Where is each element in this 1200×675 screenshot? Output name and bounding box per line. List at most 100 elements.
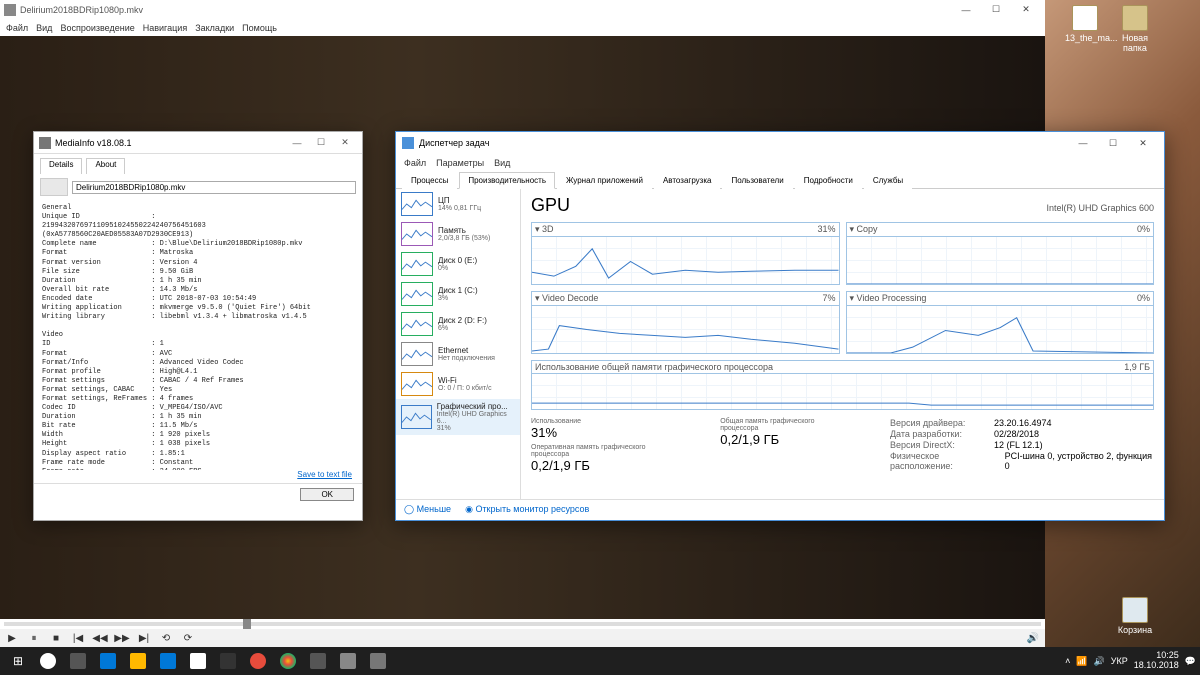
tab-details[interactable]: Подробности xyxy=(795,172,862,189)
tray-chevron-icon[interactable]: ˄ xyxy=(1065,656,1070,666)
desktop-icon-recycle[interactable]: Корзина xyxy=(1115,597,1155,635)
maximize-button[interactable]: ☐ xyxy=(309,137,333,148)
mini-graph-icon xyxy=(401,312,433,336)
media-player-menubar: Файл Вид Воспроизведение Навигация Закла… xyxy=(0,19,1045,36)
taskbar-app[interactable] xyxy=(244,649,272,673)
close-button[interactable]: ✕ xyxy=(333,137,357,148)
menu-playback[interactable]: Воспроизведение xyxy=(60,23,134,33)
taskbar-app[interactable] xyxy=(274,649,302,673)
open-resource-monitor-link[interactable]: ◉ Открыть монитор ресурсов xyxy=(465,504,589,515)
task-manager-title: Диспетчер задач xyxy=(419,138,489,148)
volume-icon[interactable]: 🔊 xyxy=(1025,632,1041,646)
media-player-title: Delirium2018BDRip1080p.mkv xyxy=(20,5,143,15)
taskbar-app[interactable] xyxy=(154,649,182,673)
menu-options[interactable]: Параметры xyxy=(436,158,484,168)
gpu-chart-video-decode[interactable]: ▾ Video Decode7% xyxy=(531,291,840,354)
tab-performance[interactable]: Производительность xyxy=(459,172,555,189)
close-button[interactable]: ✕ xyxy=(1011,4,1041,15)
sidebar-item-eth[interactable]: EthernetНет подключения xyxy=(396,339,520,369)
step-back-button[interactable]: ⟲ xyxy=(158,632,174,646)
taskbar-app[interactable] xyxy=(334,649,362,673)
start-button[interactable]: ⊞ xyxy=(4,649,32,673)
prev-button[interactable]: |◀ xyxy=(70,632,86,646)
file-icon xyxy=(1072,5,1098,31)
file-path-input[interactable] xyxy=(72,181,356,194)
tab-users[interactable]: Пользователи xyxy=(722,172,792,189)
menu-file[interactable]: Файл xyxy=(404,158,426,168)
pause-button[interactable]: ⏸ xyxy=(26,632,42,646)
rewind-button[interactable]: ◀◀ xyxy=(92,632,108,646)
menu-help[interactable]: Помощь xyxy=(242,23,277,33)
maximize-button[interactable]: ☐ xyxy=(1098,138,1128,149)
file-type-icon xyxy=(40,178,68,196)
search-button[interactable] xyxy=(34,649,62,673)
taskbar-app[interactable] xyxy=(184,649,212,673)
menu-view[interactable]: Вид xyxy=(36,23,52,33)
gpu-chart-video-processing[interactable]: ▾ Video Processing0% xyxy=(846,291,1155,354)
sidebar-item-mem[interactable]: Память2,0/3,8 ГБ (53%) xyxy=(396,219,520,249)
media-player-titlebar: Delirium2018BDRip1080p.mkv — ☐ ✕ xyxy=(0,0,1045,19)
gpu-chart-copy[interactable]: ▾ Copy0% xyxy=(846,222,1155,285)
menu-bookmarks[interactable]: Закладки xyxy=(195,23,234,33)
mini-graph-icon xyxy=(401,405,432,429)
tab-about[interactable]: About xyxy=(86,158,125,174)
taskbar-app[interactable] xyxy=(304,649,332,673)
gpu-info-row: Версия DirectX:12 (FL 12.1) xyxy=(890,440,1154,450)
recycle-bin-icon xyxy=(1122,597,1148,623)
tray-volume-icon[interactable]: 🔊 xyxy=(1094,656,1105,667)
sidebar-item-disk[interactable]: Диск 1 (C:)3% xyxy=(396,279,520,309)
panel-title: GPU xyxy=(531,195,570,216)
close-button[interactable]: ✕ xyxy=(1128,138,1158,149)
taskbar-app[interactable] xyxy=(214,649,242,673)
menu-file[interactable]: Файл xyxy=(6,23,28,33)
gpu-chart-3d[interactable]: ▾ 3D31% xyxy=(531,222,840,285)
task-manager-menubar: Файл Параметры Вид xyxy=(396,154,1164,171)
ok-button[interactable]: OK xyxy=(300,488,354,501)
tray-language[interactable]: УКР xyxy=(1111,656,1128,666)
maximize-button[interactable]: ☐ xyxy=(981,4,1011,15)
stop-button[interactable]: ■ xyxy=(48,632,64,646)
taskbar-app[interactable] xyxy=(94,649,122,673)
tab-services[interactable]: Службы xyxy=(864,172,912,189)
sidebar-item-disk[interactable]: Диск 2 (D: F:)6% xyxy=(396,309,520,339)
mini-graph-icon xyxy=(401,222,433,246)
desktop-icon[interactable]: Новая папка xyxy=(1115,5,1155,53)
sidebar-item-disk[interactable]: Диск 0 (E:)0% xyxy=(396,249,520,279)
shmem-label: Общая память графического процессора xyxy=(720,418,850,432)
gpu-memory-chart[interactable]: Использование общей памяти графического … xyxy=(531,360,1154,410)
seek-thumb[interactable] xyxy=(243,619,251,629)
play-button[interactable]: ▶ xyxy=(4,632,20,646)
tab-startup[interactable]: Автозагрузка xyxy=(654,172,721,189)
taskbar-app[interactable] xyxy=(124,649,152,673)
minimize-button[interactable]: — xyxy=(1068,138,1098,148)
dedmem-value: 0,2/1,9 ГБ xyxy=(531,458,680,473)
sidebar-item-cpu[interactable]: ЦП14% 0,81 ГГц xyxy=(396,189,520,219)
tray-network-icon[interactable]: 📶 xyxy=(1076,656,1087,667)
step-fwd-button[interactable]: ⟳ xyxy=(180,632,196,646)
folder-icon xyxy=(1122,5,1148,31)
task-manager-footer: ◯ Меньше ◉ Открыть монитор ресурсов xyxy=(396,499,1164,519)
tray-clock[interactable]: 10:25 18.10.2018 xyxy=(1134,651,1179,671)
save-to-file-link[interactable]: Save to text file xyxy=(34,470,362,483)
tab-apphistory[interactable]: Журнал приложений xyxy=(557,172,652,189)
taskbar-app[interactable] xyxy=(364,649,392,673)
tab-processes[interactable]: Процессы xyxy=(402,172,457,189)
minimize-button[interactable]: — xyxy=(285,138,309,148)
gpu-info-row: Физическое расположение:PCI-шина 0, устр… xyxy=(890,451,1154,471)
next-button[interactable]: ▶| xyxy=(136,632,152,646)
tab-details[interactable]: Details xyxy=(40,158,82,174)
tray-notifications-icon[interactable]: 💬 xyxy=(1185,656,1196,667)
minimize-button[interactable]: — xyxy=(951,5,981,15)
sidebar-item-wifi[interactable]: Wi-FiО: 0 / П: 0 кбит/с xyxy=(396,369,520,399)
forward-button[interactable]: ▶▶ xyxy=(114,632,130,646)
menu-view[interactable]: Вид xyxy=(494,158,510,168)
sidebar-item-gpu[interactable]: Графический про...Intel(R) UHD Graphics … xyxy=(396,399,520,435)
mini-graph-icon xyxy=(401,372,433,396)
dedmem-label: Оперативная память графического процессо… xyxy=(531,444,680,458)
mini-graph-icon xyxy=(401,252,433,276)
task-view-button[interactable] xyxy=(64,649,92,673)
fewer-details-link[interactable]: ◯ Меньше xyxy=(404,504,451,515)
seek-bar[interactable] xyxy=(0,619,1045,629)
menu-navigation[interactable]: Навигация xyxy=(143,23,187,33)
desktop-icon[interactable]: 13_the_ma... xyxy=(1065,5,1105,43)
